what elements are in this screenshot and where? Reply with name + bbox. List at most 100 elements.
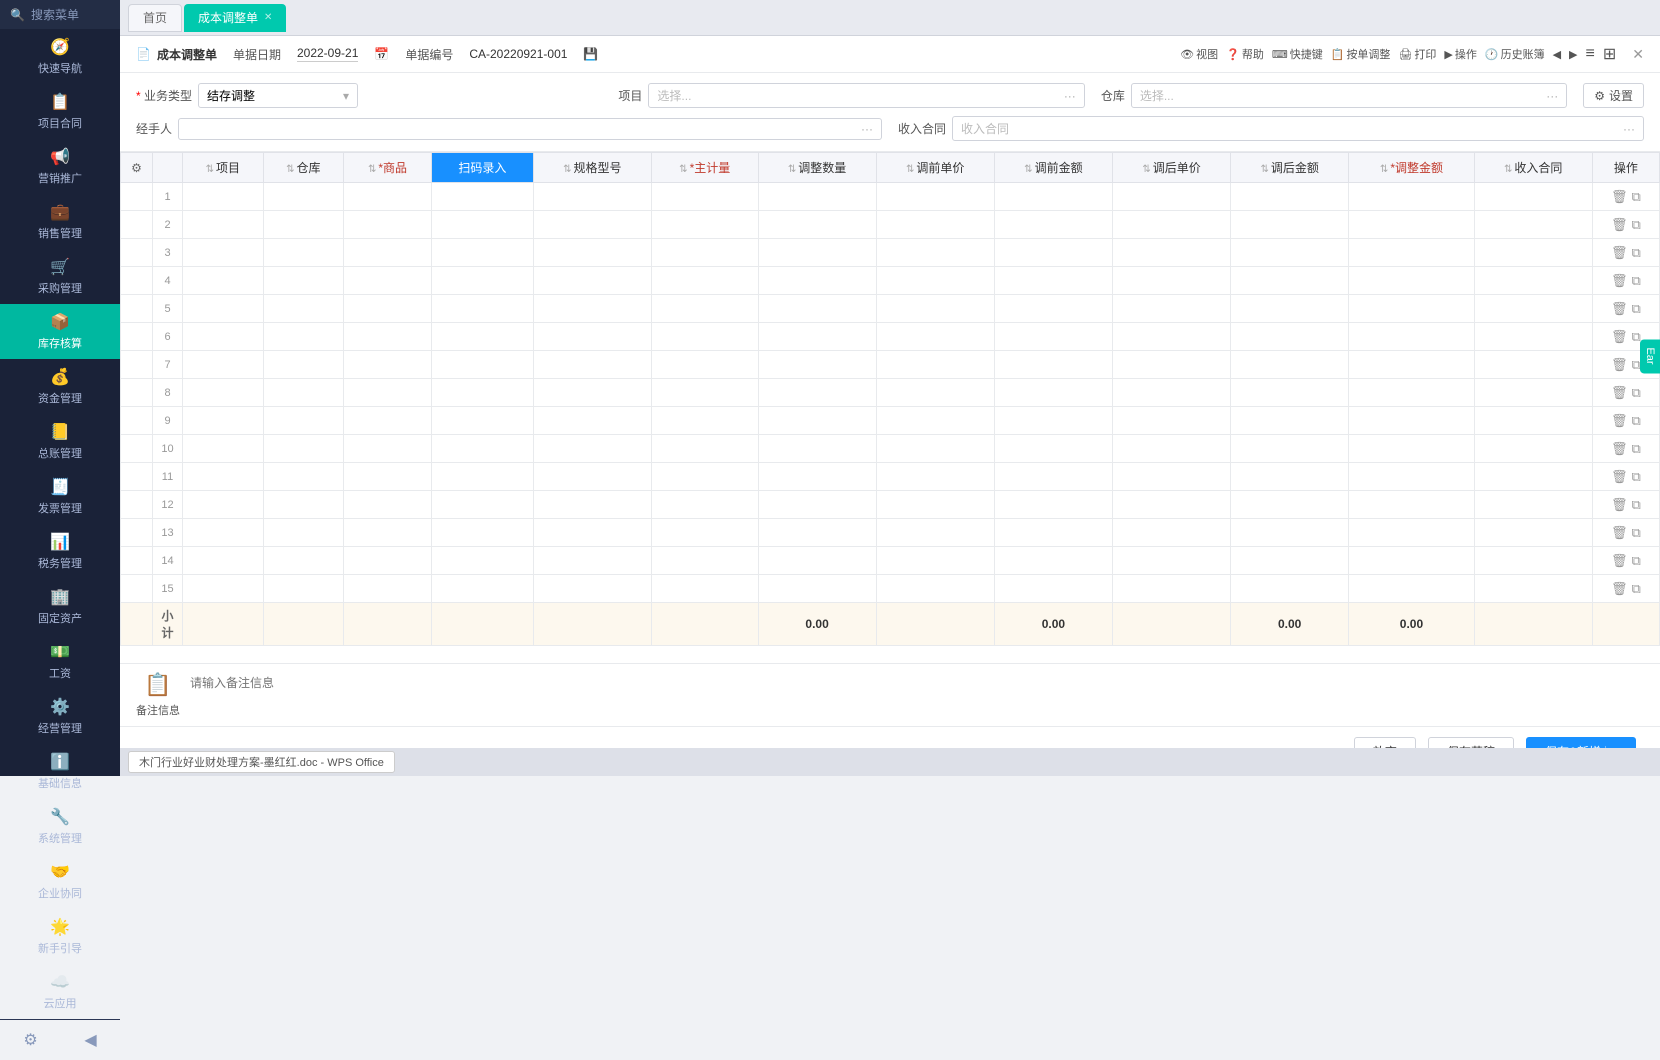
sidebar-item-ledger[interactable]: 📒 总账管理: [0, 414, 120, 469]
row-data-cell[interactable]: [263, 183, 344, 211]
row-data-cell[interactable]: [533, 519, 651, 547]
copy-row-icon[interactable]: ⧉: [1632, 189, 1641, 205]
delete-row-icon[interactable]: 🗑: [1611, 217, 1628, 233]
row-data-cell[interactable]: [1349, 351, 1474, 379]
row-data-cell[interactable]: [183, 491, 264, 519]
sidebar-item-inventory[interactable]: 📦 库存核算: [0, 304, 120, 359]
row-data-cell[interactable]: [994, 407, 1112, 435]
row-data-cell[interactable]: [183, 435, 264, 463]
row-data-cell[interactable]: [1231, 547, 1349, 575]
row-data-cell[interactable]: [1349, 239, 1474, 267]
sidebar-item-invoice[interactable]: 🧾 发票管理: [0, 469, 120, 524]
row-data-cell[interactable]: [431, 323, 533, 351]
row-data-cell[interactable]: [876, 575, 994, 603]
copy-row-icon[interactable]: ⧉: [1632, 385, 1641, 401]
row-data-cell[interactable]: [994, 183, 1112, 211]
row-data-cell[interactable]: [651, 379, 758, 407]
row-data-cell[interactable]: [344, 575, 432, 603]
delete-row-icon[interactable]: 🗑: [1611, 273, 1628, 289]
row-data-cell[interactable]: [1474, 575, 1592, 603]
copy-row-icon[interactable]: ⧉: [1632, 469, 1641, 485]
row-data-cell[interactable]: [263, 491, 344, 519]
row-data-cell[interactable]: [758, 519, 876, 547]
row-data-cell[interactable]: [758, 491, 876, 519]
row-data-cell[interactable]: [263, 323, 344, 351]
row-data-cell[interactable]: [1349, 211, 1474, 239]
row-data-cell[interactable]: [1112, 547, 1230, 575]
row-data-cell[interactable]: [758, 407, 876, 435]
row-data-cell[interactable]: [1231, 295, 1349, 323]
row-data-cell[interactable]: [876, 183, 994, 211]
copy-row-icon[interactable]: ⧉: [1632, 217, 1641, 233]
sidebar-item-cloud[interactable]: ☁️ 云应用: [0, 964, 120, 1019]
row-data-cell[interactable]: [263, 463, 344, 491]
row-data-cell[interactable]: [1112, 435, 1230, 463]
row-data-cell[interactable]: [1231, 407, 1349, 435]
print-btn[interactable]: 🖨 打印: [1398, 46, 1436, 62]
row-data-cell[interactable]: [344, 379, 432, 407]
row-data-cell[interactable]: [431, 351, 533, 379]
row-data-cell[interactable]: [533, 351, 651, 379]
tab-close-button[interactable]: ✕: [264, 12, 272, 23]
row-data-cell[interactable]: [431, 183, 533, 211]
row-data-cell[interactable]: [1231, 211, 1349, 239]
delete-row-icon[interactable]: 🗑: [1611, 469, 1628, 485]
copy-row-icon[interactable]: ⧉: [1632, 497, 1641, 513]
row-data-cell[interactable]: [183, 295, 264, 323]
row-data-cell[interactable]: [183, 547, 264, 575]
delete-row-icon[interactable]: 🗑: [1611, 525, 1628, 541]
sidebar-item-project-contract[interactable]: 📋 项目合同: [0, 84, 120, 139]
row-data-cell[interactable]: [431, 407, 533, 435]
row-data-cell[interactable]: [183, 351, 264, 379]
row-data-cell[interactable]: [431, 211, 533, 239]
copy-row-icon[interactable]: ⧉: [1632, 301, 1641, 317]
row-data-cell[interactable]: [1231, 267, 1349, 295]
row-data-cell[interactable]: [1349, 267, 1474, 295]
notes-input[interactable]: [190, 672, 1644, 694]
row-data-cell[interactable]: [1474, 407, 1592, 435]
row-data-cell[interactable]: [431, 547, 533, 575]
sidebar-item-operations[interactable]: ⚙️ 经营管理: [0, 689, 120, 744]
row-data-cell[interactable]: [994, 519, 1112, 547]
row-data-cell[interactable]: [1474, 323, 1592, 351]
row-data-cell[interactable]: [263, 239, 344, 267]
row-data-cell[interactable]: [533, 463, 651, 491]
row-data-cell[interactable]: [758, 323, 876, 351]
row-data-cell[interactable]: [344, 211, 432, 239]
row-data-cell[interactable]: [344, 183, 432, 211]
row-data-cell[interactable]: [758, 435, 876, 463]
sidebar-item-tax[interactable]: 📊 税务管理: [0, 524, 120, 579]
project-input[interactable]: 选择... ···: [648, 83, 1084, 108]
row-data-cell[interactable]: [758, 295, 876, 323]
copy-row-icon[interactable]: ⧉: [1632, 413, 1641, 429]
list-view-btn[interactable]: ⊞: [1603, 44, 1616, 64]
row-data-cell[interactable]: [344, 323, 432, 351]
row-data-cell[interactable]: [994, 211, 1112, 239]
row-data-cell[interactable]: [183, 323, 264, 351]
row-data-cell[interactable]: [1349, 575, 1474, 603]
row-data-cell[interactable]: [758, 267, 876, 295]
row-data-cell[interactable]: [344, 463, 432, 491]
row-data-cell[interactable]: [1474, 351, 1592, 379]
row-data-cell[interactable]: [1349, 183, 1474, 211]
row-data-cell[interactable]: [876, 267, 994, 295]
row-data-cell[interactable]: [758, 239, 876, 267]
nav-next-btn[interactable]: ▶: [1569, 48, 1577, 61]
row-data-cell[interactable]: [263, 379, 344, 407]
row-data-cell[interactable]: [1231, 575, 1349, 603]
delete-row-icon[interactable]: 🗑: [1611, 329, 1628, 345]
tab-cost-adjust[interactable]: 成本调整单 ✕: [184, 4, 286, 32]
row-data-cell[interactable]: [431, 295, 533, 323]
grid-view-btn[interactable]: ≡: [1586, 45, 1595, 63]
row-data-cell[interactable]: [1474, 547, 1592, 575]
row-data-cell[interactable]: [533, 547, 651, 575]
row-data-cell[interactable]: [758, 379, 876, 407]
row-data-cell[interactable]: [1231, 239, 1349, 267]
row-data-cell[interactable]: [344, 407, 432, 435]
row-data-cell[interactable]: [651, 351, 758, 379]
green-side-tab[interactable]: Ear: [1640, 340, 1660, 373]
row-data-cell[interactable]: [1349, 547, 1474, 575]
row-data-cell[interactable]: [533, 379, 651, 407]
row-data-cell[interactable]: [344, 351, 432, 379]
collapse-button[interactable]: ◀: [84, 1030, 96, 1050]
